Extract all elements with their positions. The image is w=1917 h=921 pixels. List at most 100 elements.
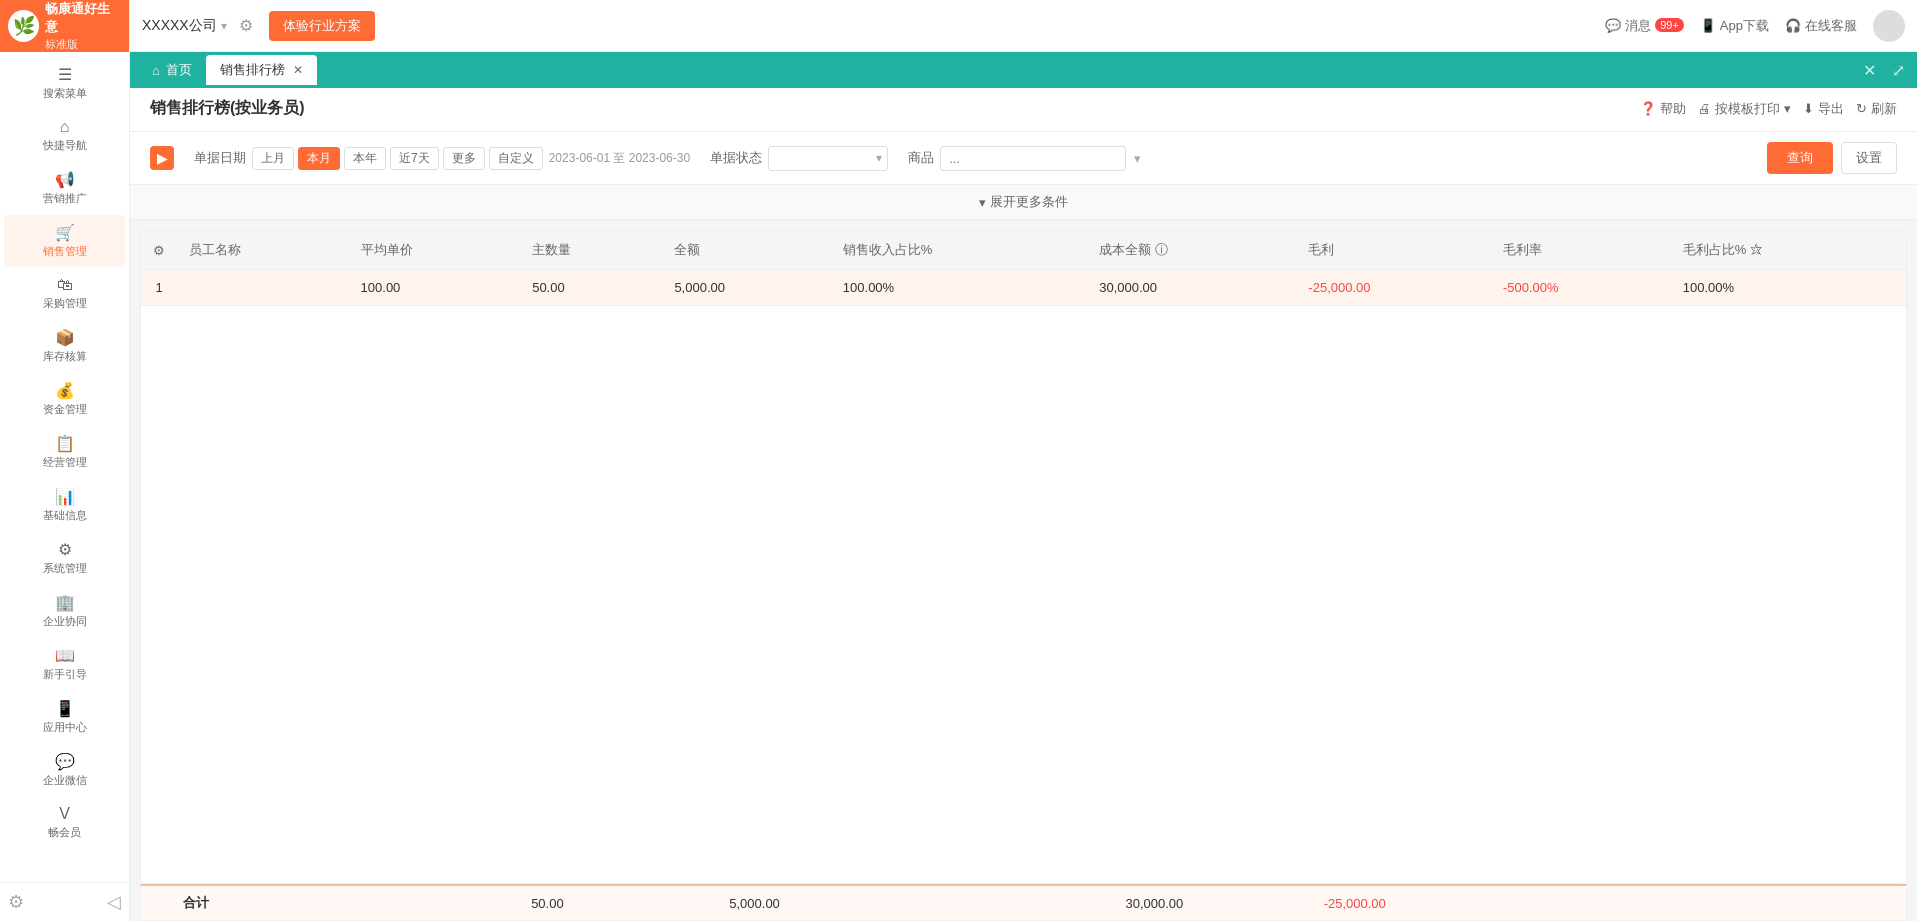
tab-sales-ranking-label: 销售排行榜: [220, 61, 285, 79]
message-button[interactable]: 💬 消息 99+: [1605, 17, 1684, 35]
goods-input[interactable]: [940, 146, 1126, 171]
company-selector[interactable]: XXXXX公司 ▾: [142, 17, 227, 35]
filter-action-buttons: 查询 设置: [1767, 142, 1897, 174]
expand-more-button[interactable]: ▾ 展开更多条件: [979, 193, 1068, 211]
online-service-label: 在线客服: [1805, 17, 1857, 35]
footer-avg-price: [321, 895, 519, 911]
vip-member-icon: V: [59, 805, 70, 823]
topbar-gear-icon[interactable]: ⚙: [239, 16, 253, 35]
topbar-right: 💬 消息 99+ 📱 App下载 🎧 在线客服: [1605, 10, 1905, 42]
user-avatar[interactable]: [1873, 10, 1905, 42]
sidebar-item-ops-mgmt[interactable]: 📋 经营管理: [4, 426, 125, 478]
status-filter-group: 单据状态: [710, 146, 888, 171]
quick-nav-label: 快捷导航: [43, 138, 87, 153]
sidebar-item-search-order[interactable]: ☰ 搜索菜单: [4, 57, 125, 109]
tab-close-all-icon[interactable]: ✕: [1859, 59, 1880, 82]
tab-home-label: 首页: [166, 61, 192, 79]
data-table-wrap: ⚙ 员工名称 平均单价 主数量 全额 销售收入占比% 成本全额 ⓘ 毛利 毛利率…: [140, 230, 1907, 884]
marketing-label: 营销推广: [43, 191, 87, 206]
purchase-mgmt-label: 采购管理: [43, 296, 87, 311]
tab-sales-ranking[interactable]: 销售排行榜 ✕: [206, 55, 317, 85]
enterprise-wechat-icon: 💬: [55, 752, 75, 771]
export-icon: ⬇: [1803, 101, 1814, 116]
finance-mgmt-icon: 💰: [55, 381, 75, 400]
sidebar-item-quick-nav[interactable]: ⌂ 快捷导航: [4, 110, 125, 161]
sidebar-item-enterprise-wechat[interactable]: 💬 企业微信: [4, 744, 125, 796]
export-button[interactable]: ⬇ 导出: [1803, 100, 1844, 118]
expand-more-row: ▾ 展开更多条件: [130, 185, 1917, 220]
sidebar-item-finance-mgmt[interactable]: 💰 资金管理: [4, 373, 125, 425]
sidebar-item-base-info[interactable]: 📊 基础信息: [4, 479, 125, 531]
row-sales-pct: 100.00%: [831, 270, 1087, 306]
logo-icon: 🌿: [8, 10, 39, 42]
sidebar-item-newbie-guide[interactable]: 📖 新手引导: [4, 638, 125, 690]
message-label: 消息: [1625, 17, 1651, 35]
status-select[interactable]: [768, 146, 888, 171]
tab-expand-icon[interactable]: ⤢: [1888, 59, 1909, 82]
col-settings[interactable]: ⚙: [141, 231, 177, 270]
company-chevron-icon: ▾: [221, 19, 227, 33]
sidebar-item-vip-member[interactable]: V 畅会员: [4, 797, 125, 848]
footer-label: 合计: [171, 886, 321, 920]
goods-filter-group: 商品 ▾: [908, 146, 1141, 171]
trial-industry-button[interactable]: 体验行业方案: [269, 11, 375, 41]
sidebar-item-sales-mgmt[interactable]: 🛒 销售管理: [4, 215, 125, 267]
refresh-button[interactable]: ↻ 刷新: [1856, 100, 1897, 118]
sidebar-item-enterprise-collab[interactable]: 🏢 企业协同: [4, 585, 125, 637]
base-info-icon: 📊: [55, 487, 75, 506]
footer-sales-pct: [915, 895, 1113, 911]
date-btn-custom[interactable]: 自定义: [489, 147, 543, 170]
help-button[interactable]: ❓ 帮助: [1640, 100, 1686, 118]
app-download-button[interactable]: 📱 App下载: [1700, 17, 1769, 35]
query-button[interactable]: 查询: [1767, 142, 1833, 174]
footer-total-row: 合计 50.00 5,000.00 30,000.00 -25,000.00: [141, 886, 1906, 920]
table-row: 1 100.00 50.00 5,000.00 100.00% 30,000.0…: [141, 270, 1906, 306]
col-cost: 成本全额 ⓘ: [1087, 231, 1296, 270]
table-body: 1 100.00 50.00 5,000.00 100.00% 30,000.0…: [141, 270, 1906, 306]
col-sales-pct: 销售收入占比%: [831, 231, 1087, 270]
base-info-label: 基础信息: [43, 508, 87, 523]
sys-mgmt-icon: ⚙: [58, 540, 72, 559]
sales-mgmt-label: 销售管理: [43, 244, 87, 259]
sys-mgmt-label: 系统管理: [43, 561, 87, 576]
date-btn-this-month[interactable]: 本月: [298, 147, 340, 170]
sidebar-item-app-center[interactable]: 📱 应用中心: [4, 691, 125, 743]
sidebar-nav: ☰ 搜索菜单 ⌂ 快捷导航 📢 营销推广 🛒 销售管理 🛍 采购管理 📦 库存核…: [0, 52, 129, 882]
logo-text: 畅康通好生意 标准版: [45, 0, 121, 52]
template-print-button[interactable]: 🖨 按模板打印 ▾: [1698, 100, 1791, 118]
settings-button[interactable]: 设置: [1841, 142, 1897, 174]
date-btn-last-month[interactable]: 上月: [252, 147, 294, 170]
sidebar-item-purchase-mgmt[interactable]: 🛍 采购管理: [4, 268, 125, 319]
main-content: XXXXX公司 ▾ ⚙ 体验行业方案 💬 消息 99+ 📱 App下载 🎧 在线…: [130, 0, 1917, 921]
row-gross: -25,000.00: [1296, 270, 1491, 306]
date-btn-7days[interactable]: 近7天: [390, 147, 439, 170]
quick-nav-icon: ⌂: [60, 118, 70, 136]
expand-more-icon: ▾: [979, 195, 986, 210]
col-avg-price: 平均单价: [349, 231, 521, 270]
search-order-label: 搜索菜单: [43, 86, 87, 101]
filter-expand-button[interactable]: ▶: [150, 146, 174, 170]
row-gross-pct: 100.00%: [1671, 270, 1906, 306]
sidebar-item-inventory[interactable]: 📦 库存核算: [4, 320, 125, 372]
sidebar-item-marketing[interactable]: 📢 营销推广: [4, 162, 125, 214]
date-filter-label: 单据日期: [194, 149, 246, 167]
sidebar-item-sys-mgmt[interactable]: ⚙ 系统管理: [4, 532, 125, 584]
footer-gross-pct: [1708, 895, 1906, 911]
tab-home[interactable]: ⌂ 首页: [138, 55, 206, 85]
online-service-button[interactable]: 🎧 在线客服: [1785, 17, 1857, 35]
date-btn-this-year[interactable]: 本年: [344, 147, 386, 170]
headset-icon: 🎧: [1785, 18, 1801, 33]
goods-input-more-icon: ▾: [1134, 151, 1141, 166]
date-btn-more[interactable]: 更多: [443, 147, 485, 170]
app-center-label: 应用中心: [43, 720, 87, 735]
collapse-sidebar-icon[interactable]: ◁: [107, 891, 121, 913]
tab-close-icon[interactable]: ✕: [293, 63, 303, 77]
filter-section: ▶ 单据日期 上月 本月 本年 近7天 更多 自定义 2023-06-01 至 …: [130, 132, 1917, 185]
row-cost: 30,000.00: [1087, 270, 1296, 306]
help-icon: ❓: [1640, 101, 1656, 116]
settings-icon[interactable]: ⚙: [8, 891, 24, 913]
footer-gross: -25,000.00: [1312, 888, 1510, 919]
page-body: 销售排行榜(按业务员) ❓ 帮助 🖨 按模板打印 ▾ ⬇ 导出 ↻ 刷新: [130, 88, 1917, 921]
status-filter-label: 单据状态: [710, 149, 762, 167]
enterprise-collab-icon: 🏢: [55, 593, 75, 612]
